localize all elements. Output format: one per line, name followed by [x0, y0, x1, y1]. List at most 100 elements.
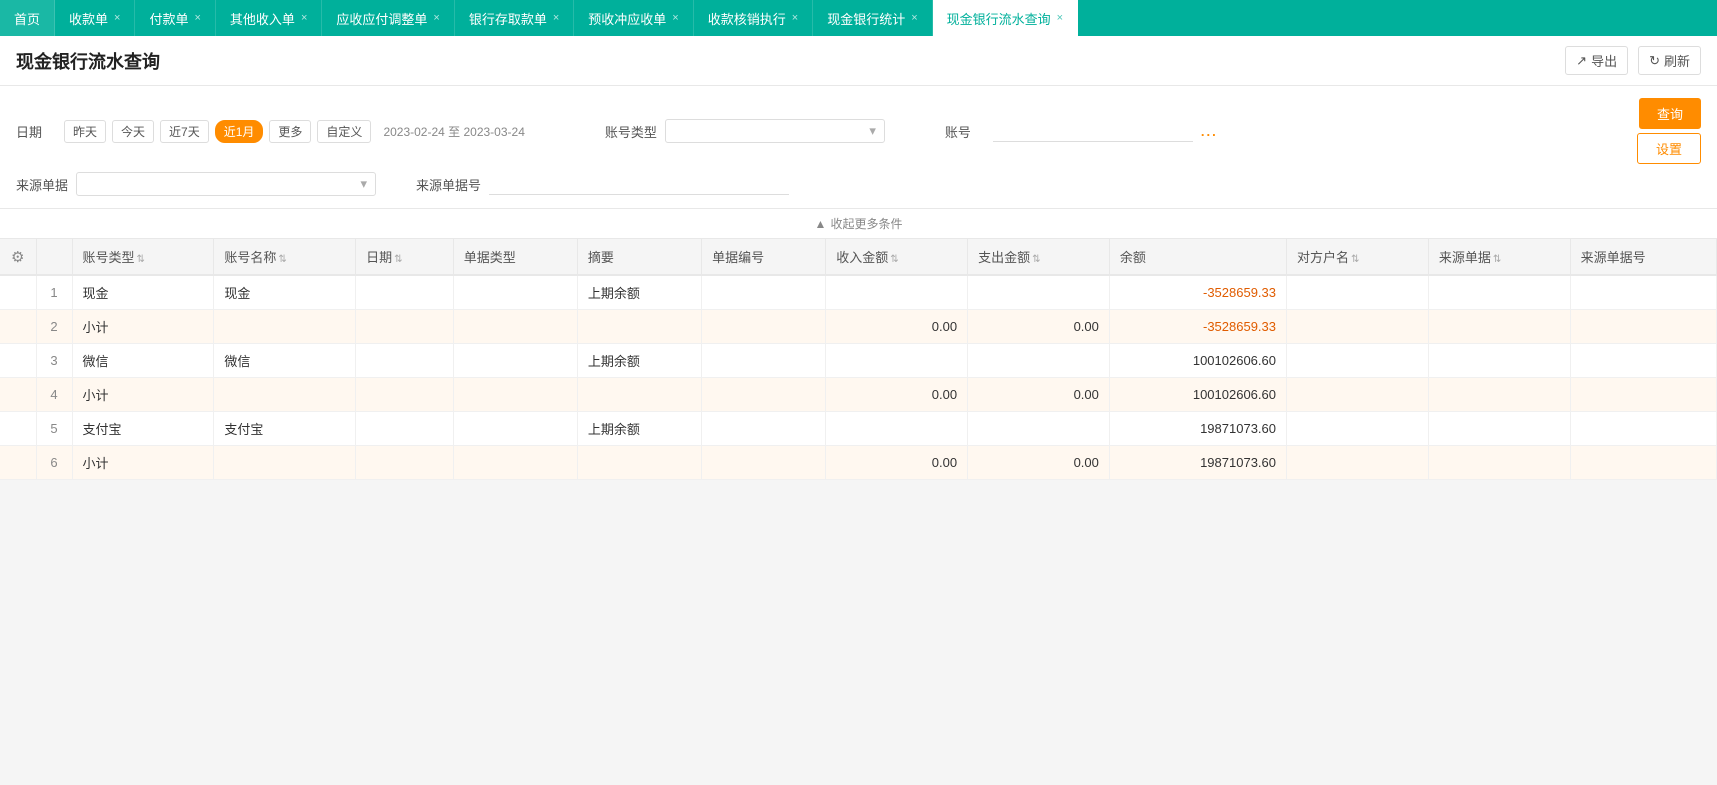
table-row: 4小计0.000.00100102606.60: [0, 378, 1717, 412]
col-account-name[interactable]: 账号名称⇅: [214, 239, 356, 275]
source-doc-no-cell: [1570, 378, 1716, 412]
nav-prepay[interactable]: 预收冲应收单 ×: [574, 0, 693, 36]
income-cell: [826, 412, 968, 446]
table-row: 3微信微信上期余额100102606.60: [0, 344, 1717, 378]
table-gear-icon[interactable]: ⚙: [11, 249, 24, 266]
filter-row-1: 日期 昨天 今天 近7天 近1月 更多 自定义 2023-02-24 至 202…: [16, 98, 1701, 164]
page-title: 现金银行流水查询: [16, 48, 160, 74]
col-balance: 余额: [1109, 239, 1286, 275]
counterparty-cell: [1287, 378, 1429, 412]
row-settings-cell: [0, 275, 36, 310]
date-more-btn[interactable]: 更多: [269, 120, 311, 143]
source-doc-cell: [1428, 310, 1570, 344]
table-header-row: ⚙ 账号类型⇅ 账号名称⇅ 日期⇅ 单据类型 摘要 单据编号 收入金额⇅: [0, 239, 1717, 275]
close-payment-icon[interactable]: ×: [194, 12, 200, 24]
source-doc-no-cell: [1570, 446, 1716, 480]
row-num-cell: 3: [36, 344, 72, 378]
close-ar-ap-icon[interactable]: ×: [433, 12, 439, 24]
close-other-income-icon[interactable]: ×: [301, 12, 307, 24]
summary-cell: [577, 378, 701, 412]
col-date[interactable]: 日期⇅: [356, 239, 454, 275]
expense-cell: 0.00: [968, 378, 1110, 412]
source-doc-select[interactable]: ▾: [76, 172, 376, 196]
col-counterparty[interactable]: 对方户名⇅: [1287, 239, 1429, 275]
balance-cell: -3528659.33: [1109, 310, 1286, 344]
source-doc-cell: [1428, 446, 1570, 480]
expense-cell: 0.00: [968, 310, 1110, 344]
close-receipt-icon[interactable]: ×: [114, 12, 120, 24]
date-7days-btn[interactable]: 近7天: [160, 120, 209, 143]
sort-source-doc-icon: ⇅: [1493, 254, 1501, 265]
summary-cell: 上期余额: [577, 344, 701, 378]
date-yesterday-btn[interactable]: 昨天: [64, 120, 106, 143]
account-name-cell: [214, 378, 356, 412]
nav-other-income[interactable]: 其他收入单 ×: [216, 0, 322, 36]
settings-button[interactable]: 设置: [1637, 133, 1701, 164]
source-doc-cell: [1428, 412, 1570, 446]
col-doc-type: 单据类型: [453, 239, 577, 275]
nav-cash-flow[interactable]: 现金银行流水查询 ×: [933, 0, 1078, 36]
date-custom-btn[interactable]: 自定义: [317, 120, 371, 143]
source-doc-cell: [1428, 275, 1570, 310]
query-button[interactable]: 查询: [1639, 98, 1701, 129]
expense-cell: [968, 344, 1110, 378]
close-cash-flow-icon[interactable]: ×: [1057, 12, 1063, 24]
doc-type-cell: [453, 412, 577, 446]
nav-writeoff[interactable]: 收款核销执行 ×: [694, 0, 813, 36]
account-type-cell: 小计: [72, 378, 214, 412]
close-writeoff-icon[interactable]: ×: [792, 12, 798, 24]
col-rownum: [36, 239, 72, 275]
close-prepay-icon[interactable]: ×: [672, 12, 678, 24]
nav-receipt[interactable]: 收款单 ×: [55, 0, 135, 36]
col-income[interactable]: 收入金额⇅: [826, 239, 968, 275]
col-source-doc[interactable]: 来源单据⇅: [1428, 239, 1570, 275]
sort-expense-icon: ⇅: [1032, 254, 1040, 265]
nav-ar-ap-adjust[interactable]: 应收应付调整单 ×: [322, 0, 454, 36]
nav-bank-deposit[interactable]: 银行存取款单 ×: [455, 0, 574, 36]
nav-cash-stats[interactable]: 现金银行统计 ×: [813, 0, 932, 36]
doc-no-cell: [702, 378, 826, 412]
counterparty-cell: [1287, 344, 1429, 378]
source-doc-cell: [1428, 344, 1570, 378]
nav-home[interactable]: 首页: [0, 0, 55, 36]
collapse-button[interactable]: ▲ 收起更多条件: [805, 213, 913, 234]
balance-cell: 19871073.60: [1109, 412, 1286, 446]
counterparty-cell: [1287, 412, 1429, 446]
date-range: 2023-02-24 至 2023-03-24: [383, 123, 524, 140]
income-cell: 0.00: [826, 446, 968, 480]
table-row: 5支付宝支付宝上期余额19871073.60: [0, 412, 1717, 446]
account-input[interactable]: [993, 120, 1193, 142]
date-options: 昨天 今天 近7天 近1月 更多 自定义: [64, 120, 371, 143]
col-account-type[interactable]: 账号类型⇅: [72, 239, 214, 275]
col-expense[interactable]: 支出金额⇅: [968, 239, 1110, 275]
source-doc-no-cell: [1570, 275, 1716, 310]
close-cash-stats-icon[interactable]: ×: [911, 12, 917, 24]
account-ellipsis[interactable]: ...: [1201, 124, 1218, 139]
sort-account-type-icon: ⇅: [137, 254, 145, 265]
export-button[interactable]: ↗ 导出: [1565, 46, 1628, 75]
income-cell: [826, 275, 968, 310]
date-today-btn[interactable]: 今天: [112, 120, 154, 143]
source-doc-cell: [1428, 378, 1570, 412]
doc-type-cell: [453, 344, 577, 378]
source-doc-num-input[interactable]: [489, 173, 789, 195]
expense-cell: [968, 412, 1110, 446]
filter-area: 日期 昨天 今天 近7天 近1月 更多 自定义 2023-02-24 至 202…: [0, 86, 1717, 209]
doc-type-cell: [453, 378, 577, 412]
date-cell: [356, 310, 454, 344]
account-type-select[interactable]: ▾: [665, 119, 885, 143]
date-label: 日期: [16, 122, 56, 141]
refresh-button[interactable]: ↻ 刷新: [1638, 46, 1701, 75]
nav-payment[interactable]: 付款单 ×: [135, 0, 215, 36]
date-1month-btn[interactable]: 近1月: [215, 120, 264, 143]
table-row: 2小计0.000.00-3528659.33: [0, 310, 1717, 344]
sort-counterparty-icon: ⇅: [1351, 254, 1359, 265]
col-summary: 摘要: [577, 239, 701, 275]
counterparty-cell: [1287, 310, 1429, 344]
page-header: 现金银行流水查询 ↗ 导出 ↻ 刷新: [0, 36, 1717, 86]
summary-cell: 上期余额: [577, 275, 701, 310]
summary-cell: 上期余额: [577, 412, 701, 446]
close-bank-deposit-icon[interactable]: ×: [553, 12, 559, 24]
col-source-doc-no: 来源单据号: [1570, 239, 1716, 275]
expense-cell: [968, 275, 1110, 310]
